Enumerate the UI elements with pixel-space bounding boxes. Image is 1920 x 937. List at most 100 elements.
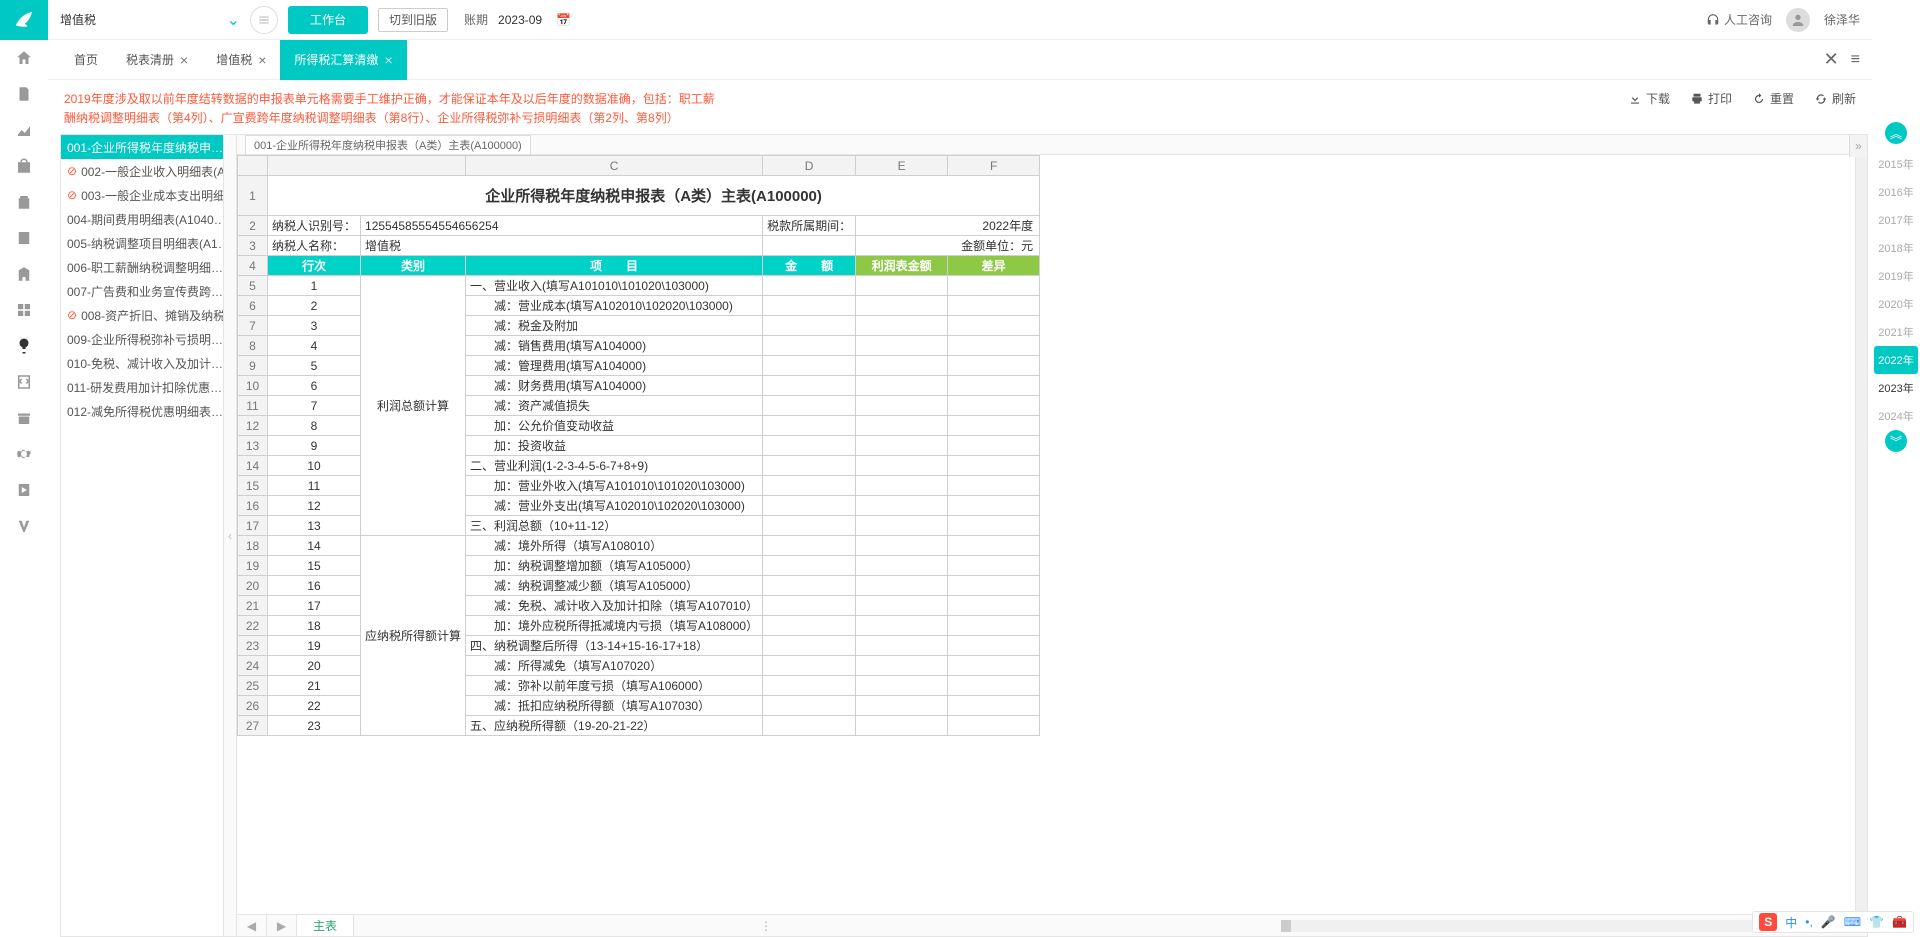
- ime-lang[interactable]: 中: [1785, 914, 1797, 931]
- sheet-tab-main[interactable]: 主表: [297, 915, 354, 936]
- period-value[interactable]: 2023-09: [498, 13, 542, 27]
- nav-home-icon[interactable]: [0, 40, 48, 76]
- form-item-label: 004-期间费用明细表(A1040…: [67, 211, 223, 228]
- toolbar-label: 刷新: [1832, 90, 1856, 107]
- nav-settings-icon[interactable]: [0, 436, 48, 472]
- form-list-item[interactable]: 011-研发费用加计扣除优惠…: [61, 375, 223, 399]
- year-up-icon[interactable]: ︽: [1885, 122, 1907, 144]
- tab-income-tax[interactable]: 所得税汇算清缴 ×: [280, 40, 406, 80]
- topbar: 增值税 ⌄ 工作台 切到旧版 账期 2023-09 📅 人工咨询 徐泽华: [48, 0, 1872, 40]
- form-list-item[interactable]: 006-职工薪酬纳税调整明细…: [61, 255, 223, 279]
- app-logo: [0, 0, 48, 40]
- user-name[interactable]: 徐泽华: [1824, 11, 1860, 28]
- ime-keyboard-icon[interactable]: ⌨: [1844, 915, 1861, 929]
- period-label: 账期: [464, 11, 488, 28]
- nav-grid-icon[interactable]: [0, 292, 48, 328]
- form-list-item[interactable]: ⊘003-一般企业成本支出明细…: [61, 183, 223, 207]
- tab-home[interactable]: 首页: [60, 40, 112, 80]
- reset-button[interactable]: 重置: [1752, 90, 1794, 107]
- year-item[interactable]: 2021年: [1874, 318, 1918, 346]
- print-button[interactable]: 打印: [1690, 90, 1732, 107]
- close-icon[interactable]: ×: [180, 52, 188, 68]
- form-item-label: 006-职工薪酬纳税调整明细…: [67, 259, 223, 276]
- form-list-item[interactable]: 009-企业所得税弥补亏损明…: [61, 327, 223, 351]
- nav-clip-icon[interactable]: [0, 184, 48, 220]
- form-list-item[interactable]: 007-广告费和业务宣传费跨…: [61, 279, 223, 303]
- year-item[interactable]: 2018年: [1874, 234, 1918, 262]
- year-item[interactable]: 2017年: [1874, 206, 1918, 234]
- nav-archive-icon[interactable]: [0, 400, 48, 436]
- sogou-icon[interactable]: S: [1759, 913, 1777, 931]
- ime-skin-icon[interactable]: 👕: [1869, 915, 1884, 929]
- support-link[interactable]: 人工咨询: [1706, 11, 1772, 28]
- workbench-button[interactable]: 工作台: [288, 6, 368, 34]
- ime-punct-icon[interactable]: •,: [1805, 915, 1813, 929]
- tab-label: 所得税汇算清缴: [294, 51, 378, 68]
- form-item-label: 007-广告费和业务宣传费跨…: [67, 283, 223, 300]
- form-list-item[interactable]: 004-期间费用明细表(A1040…: [61, 207, 223, 231]
- year-item[interactable]: 2024年: [1874, 402, 1918, 430]
- ime-tool-icon[interactable]: 🧰: [1892, 915, 1907, 929]
- download-button[interactable]: 下载: [1628, 90, 1670, 107]
- form-item-label: 009-企业所得税弥补亏损明…: [67, 331, 223, 348]
- toolbar-label: 打印: [1708, 90, 1732, 107]
- ime-toolbar[interactable]: S 中 •, 🎤 ⌨ 👕 🧰: [1752, 911, 1914, 933]
- year-down-icon[interactable]: ︾: [1885, 430, 1907, 452]
- form-item-label: 011-研发费用加计扣除优惠…: [67, 379, 222, 396]
- panel-close-icon[interactable]: ✕: [1824, 49, 1839, 70]
- nav-v-icon[interactable]: [0, 508, 48, 544]
- tab-tax-list[interactable]: 税表清册×: [112, 40, 202, 80]
- year-item[interactable]: 2019年: [1874, 262, 1918, 290]
- tab-label: 首页: [74, 51, 98, 68]
- sheet-file-tab[interactable]: 001-企业所得税年度纳税申报表（A类）主表(A100000): [245, 135, 531, 154]
- refresh-button[interactable]: 刷新: [1814, 90, 1856, 107]
- form-list-item[interactable]: 005-纳税调整项目明细表(A1…: [61, 231, 223, 255]
- nav-building-icon[interactable]: [0, 256, 48, 292]
- sheet-grid[interactable]: CDEF1企业所得税年度纳税申报表（A类）主表(A100000)2纳税人识别号：…: [237, 155, 1855, 914]
- expand-icon[interactable]: »: [1849, 135, 1867, 157]
- form-list-item[interactable]: 012-减免所得税优惠明细表…: [61, 399, 223, 423]
- collapse-handle[interactable]: ‹: [224, 134, 236, 937]
- nav-report-icon[interactable]: [0, 220, 48, 256]
- sheet-prev-icon[interactable]: ◀: [237, 915, 267, 936]
- ime-mic-icon[interactable]: 🎤: [1821, 915, 1836, 929]
- form-list-item[interactable]: 010-免税、减计收入及加计…: [61, 351, 223, 375]
- sheet-next-icon[interactable]: ▶: [267, 915, 297, 936]
- nav-tax-icon[interactable]: [0, 328, 48, 364]
- year-item[interactable]: 2016年: [1874, 178, 1918, 206]
- sheet-split-icon[interactable]: ⋮: [760, 919, 772, 933]
- year-item[interactable]: 2022年: [1874, 346, 1918, 374]
- nav-transfer-icon[interactable]: [0, 364, 48, 400]
- vertical-scrollbar[interactable]: [1855, 155, 1867, 914]
- panel-menu-icon[interactable]: ≡: [1851, 51, 1860, 69]
- nav-bag-icon[interactable]: [0, 148, 48, 184]
- tab-vat[interactable]: 增值税×: [202, 40, 280, 80]
- form-list-item[interactable]: ⊘008-资产折旧、摊销及纳税…: [61, 303, 223, 327]
- nav-play-icon[interactable]: [0, 472, 48, 508]
- close-icon[interactable]: ×: [258, 52, 266, 68]
- toolbar-label: 重置: [1770, 90, 1794, 107]
- tabbar: 首页 税表清册× 增值税× 所得税汇算清缴 × ✕ ≡: [48, 40, 1872, 80]
- form-item-label: 001-企业所得税年度纳税申…: [67, 139, 223, 156]
- switch-old-button[interactable]: 切到旧版: [378, 8, 448, 32]
- close-icon[interactable]: ×: [384, 52, 392, 68]
- support-label: 人工咨询: [1724, 11, 1772, 28]
- form-list-item[interactable]: 001-企业所得税年度纳税申…: [61, 135, 223, 159]
- nav-doc-icon[interactable]: [0, 76, 48, 112]
- calendar-icon[interactable]: 📅: [556, 13, 571, 27]
- user-avatar[interactable]: [1786, 8, 1810, 32]
- chevron-down-icon: ⌄: [227, 10, 240, 30]
- nav-chart-icon[interactable]: [0, 112, 48, 148]
- toolbar: 下载 打印 重置 刷新: [1628, 90, 1856, 107]
- year-rail: ︽ 2015年2016年2017年2018年2019年2020年2021年202…: [1872, 0, 1920, 937]
- year-item[interactable]: 2020年: [1874, 290, 1918, 318]
- year-item[interactable]: 2023年: [1874, 374, 1918, 402]
- form-item-label: 012-减免所得税优惠明细表…: [67, 403, 223, 420]
- list-icon-button[interactable]: [250, 6, 278, 34]
- year-item[interactable]: 2015年: [1874, 150, 1918, 178]
- left-nav: [0, 0, 48, 937]
- warn-icon: ⊘: [67, 188, 77, 202]
- company-selector[interactable]: 增值税 ⌄: [60, 10, 240, 30]
- form-list-item[interactable]: ⊘002-一般企业收入明细表(A1…: [61, 159, 223, 183]
- toolbar-label: 下载: [1646, 90, 1670, 107]
